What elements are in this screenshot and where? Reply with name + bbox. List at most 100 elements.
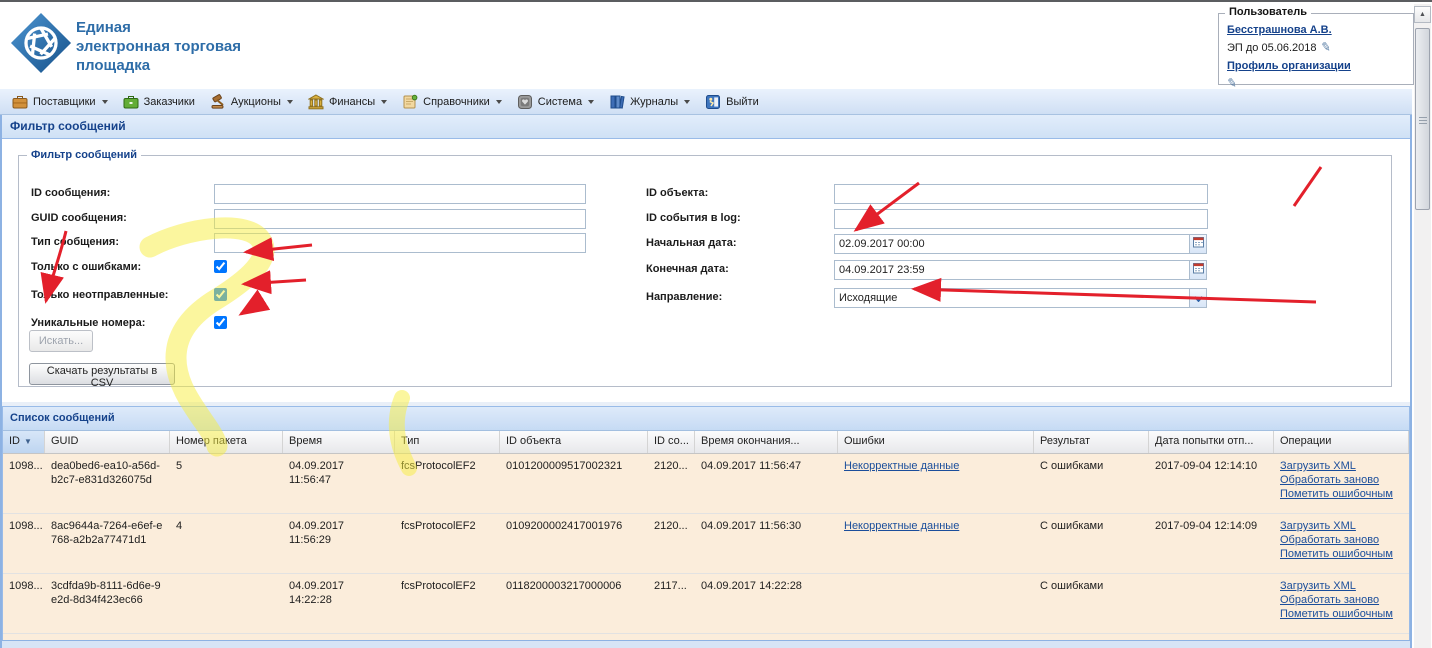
cell-errors: Некорректные данные (838, 454, 1034, 513)
page-title: Фильтр сообщений (2, 115, 1410, 139)
column-header-8[interactable]: Ошибки (838, 431, 1034, 453)
caret-down-icon (684, 99, 691, 104)
operation-link[interactable]: Пометить ошибочным (1280, 547, 1403, 561)
app-window: Единая электронная торговая площадка Пол… (0, 0, 1432, 648)
column-header-0[interactable]: ID ▼ (3, 431, 45, 453)
filter-input-right-0[interactable] (834, 184, 1208, 204)
menu-item-finance[interactable]: Финансы (302, 91, 396, 113)
cell-type: fcsProtocolEF2 (401, 460, 476, 472)
field-label: Уникальные номера: (31, 317, 146, 329)
cell-attempt_date (1149, 574, 1274, 633)
table-row[interactable]: 1098... 8ac9644a-7264-e6ef-e768-a2b2a7747… (3, 514, 1409, 574)
cell-guid: 3cdfda9b-8111-6d6e-9e2d-8d34f423ec66 (51, 580, 161, 606)
cell-result: С ошибками (1040, 520, 1104, 532)
filter-input-right-2[interactable] (834, 234, 1190, 254)
signature-info: ЭП до 05.06.2018 (1227, 42, 1317, 54)
operation-link[interactable]: Пометить ошибочным (1280, 607, 1403, 621)
bank-icon (307, 93, 324, 110)
filter-input-right-1[interactable] (834, 209, 1208, 229)
sort-desc-icon: ▼ (24, 437, 32, 446)
gavel-icon (210, 93, 226, 110)
panel-right-border (1410, 115, 1412, 648)
column-header-6[interactable]: ID со... (648, 431, 695, 453)
calendar-icon (1192, 261, 1204, 279)
download-csv-button[interactable]: Скачать результаты в CSV (29, 363, 175, 389)
field-label: Только с ошибками: (31, 261, 142, 273)
filter-input-2[interactable] (214, 233, 586, 253)
menu-item-exit[interactable]: Выйти (699, 91, 768, 113)
user-name-link[interactable]: Бесстрашнова А.В. (1227, 23, 1332, 38)
grid-title: Список сообщений (3, 407, 1409, 431)
caret-down-icon (588, 99, 595, 104)
filter-checkbox-0[interactable] (214, 260, 227, 273)
menu-item-directories[interactable]: Справочники (396, 91, 511, 113)
cell-object_id: 0118200003217000006 (506, 580, 622, 592)
column-header-11[interactable]: Операции (1274, 431, 1409, 453)
operation-link[interactable]: Обработать заново (1280, 473, 1403, 487)
scrollbar-grip (1419, 117, 1427, 124)
menu-item-system[interactable]: Система (511, 91, 603, 113)
column-header-1[interactable]: GUID (45, 431, 170, 453)
operation-link[interactable]: Загрузить XML (1280, 459, 1403, 473)
cell-id: 1098... (9, 460, 43, 472)
cell-errors: Некорректные данные (838, 514, 1034, 573)
cell-object_id: 0109200002417001976 (506, 520, 623, 532)
operation-link[interactable]: Обработать заново (1280, 593, 1403, 607)
table-row[interactable]: 1098... 3cdfda9b-8111-6d6e-9e2d-8d34f423e… (3, 574, 1409, 634)
cell-id_so: 2120... (654, 520, 688, 532)
cell-time: 04.09.2017 11:56:29 (289, 520, 345, 546)
error-link[interactable]: Некорректные данные (844, 460, 959, 472)
menu-item-journals[interactable]: Журналы (603, 91, 699, 113)
operation-link[interactable]: Загрузить XML (1280, 579, 1403, 593)
column-header-2[interactable]: Номер пакета (170, 431, 283, 453)
filter-input-right-3[interactable] (834, 260, 1190, 280)
org-profile-link[interactable]: Профиль организации (1227, 59, 1351, 74)
etp-logo-icon (10, 12, 72, 74)
field-label: Тип сообщения: (31, 236, 119, 248)
filter-input-right-4[interactable] (834, 288, 1190, 308)
cell-end_time: 04.09.2017 14:22:28 (701, 580, 802, 592)
cell-id: 1098... (9, 580, 43, 592)
column-header-10[interactable]: Дата попытки отп... (1149, 431, 1274, 453)
column-header-5[interactable]: ID объекта (500, 431, 648, 453)
filter-input-0[interactable] (214, 184, 586, 204)
date-picker-button[interactable] (1190, 234, 1207, 254)
scroll-up-button[interactable]: ▲ (1414, 6, 1431, 23)
filter-input-1[interactable] (214, 209, 586, 229)
column-header-9[interactable]: Результат (1034, 431, 1149, 453)
filter-checkbox-2[interactable] (214, 316, 227, 329)
calendar-icon (1192, 235, 1204, 253)
scrollbar-thumb[interactable] (1415, 28, 1430, 210)
menu-bar: Поставщики Заказчики Аукционы Финансы Справо… (0, 88, 1412, 115)
edit-pencil-icon[interactable]: ✎ (1320, 39, 1332, 54)
book-icon (402, 94, 418, 110)
column-header-7[interactable]: Время окончания... (695, 431, 838, 453)
exit-icon (705, 94, 721, 110)
menu-item-customers[interactable]: Заказчики (117, 91, 204, 113)
menu-item-auctions[interactable]: Аукционы (204, 91, 302, 113)
column-header-4[interactable]: Тип (395, 431, 500, 453)
bottom-strip (2, 640, 1410, 648)
cell-package_number: 5 (176, 460, 183, 472)
filter-checkbox-1[interactable] (214, 288, 227, 301)
operation-link[interactable]: Обработать заново (1280, 533, 1403, 547)
cell-object_id: 0101200009517002321 (506, 460, 623, 472)
search-button[interactable]: Искать... (29, 330, 93, 352)
operation-link[interactable]: Загрузить XML (1280, 519, 1403, 533)
operation-link[interactable]: Пометить ошибочным (1280, 487, 1403, 501)
field-label: Начальная дата: (646, 237, 737, 249)
caret-down-icon (381, 99, 388, 104)
date-picker-button[interactable] (1190, 260, 1207, 280)
field-label: ID сообщения: (31, 187, 111, 199)
error-link[interactable]: Некорректные данные (844, 520, 959, 532)
cell-operations: Загрузить XML Обработать заново Пометить о… (1274, 514, 1409, 573)
vertical-scrollbar[interactable]: ▲ (1414, 4, 1431, 648)
dropdown-trigger[interactable] (1190, 288, 1207, 308)
menu-item-suppliers[interactable]: Поставщики (6, 91, 117, 113)
user-panel-legend: Пользователь (1225, 6, 1312, 18)
cell-type: fcsProtocolEF2 (401, 520, 476, 532)
table-row[interactable]: 1098... dea0bed6-ea10-a56d-b2c7-e831d3260… (3, 454, 1409, 514)
caret-down-icon (286, 99, 293, 104)
user-panel: Пользователь Бесстрашнова А.В. ЭП до 05.… (1218, 6, 1414, 91)
column-header-3[interactable]: Время (283, 431, 395, 453)
